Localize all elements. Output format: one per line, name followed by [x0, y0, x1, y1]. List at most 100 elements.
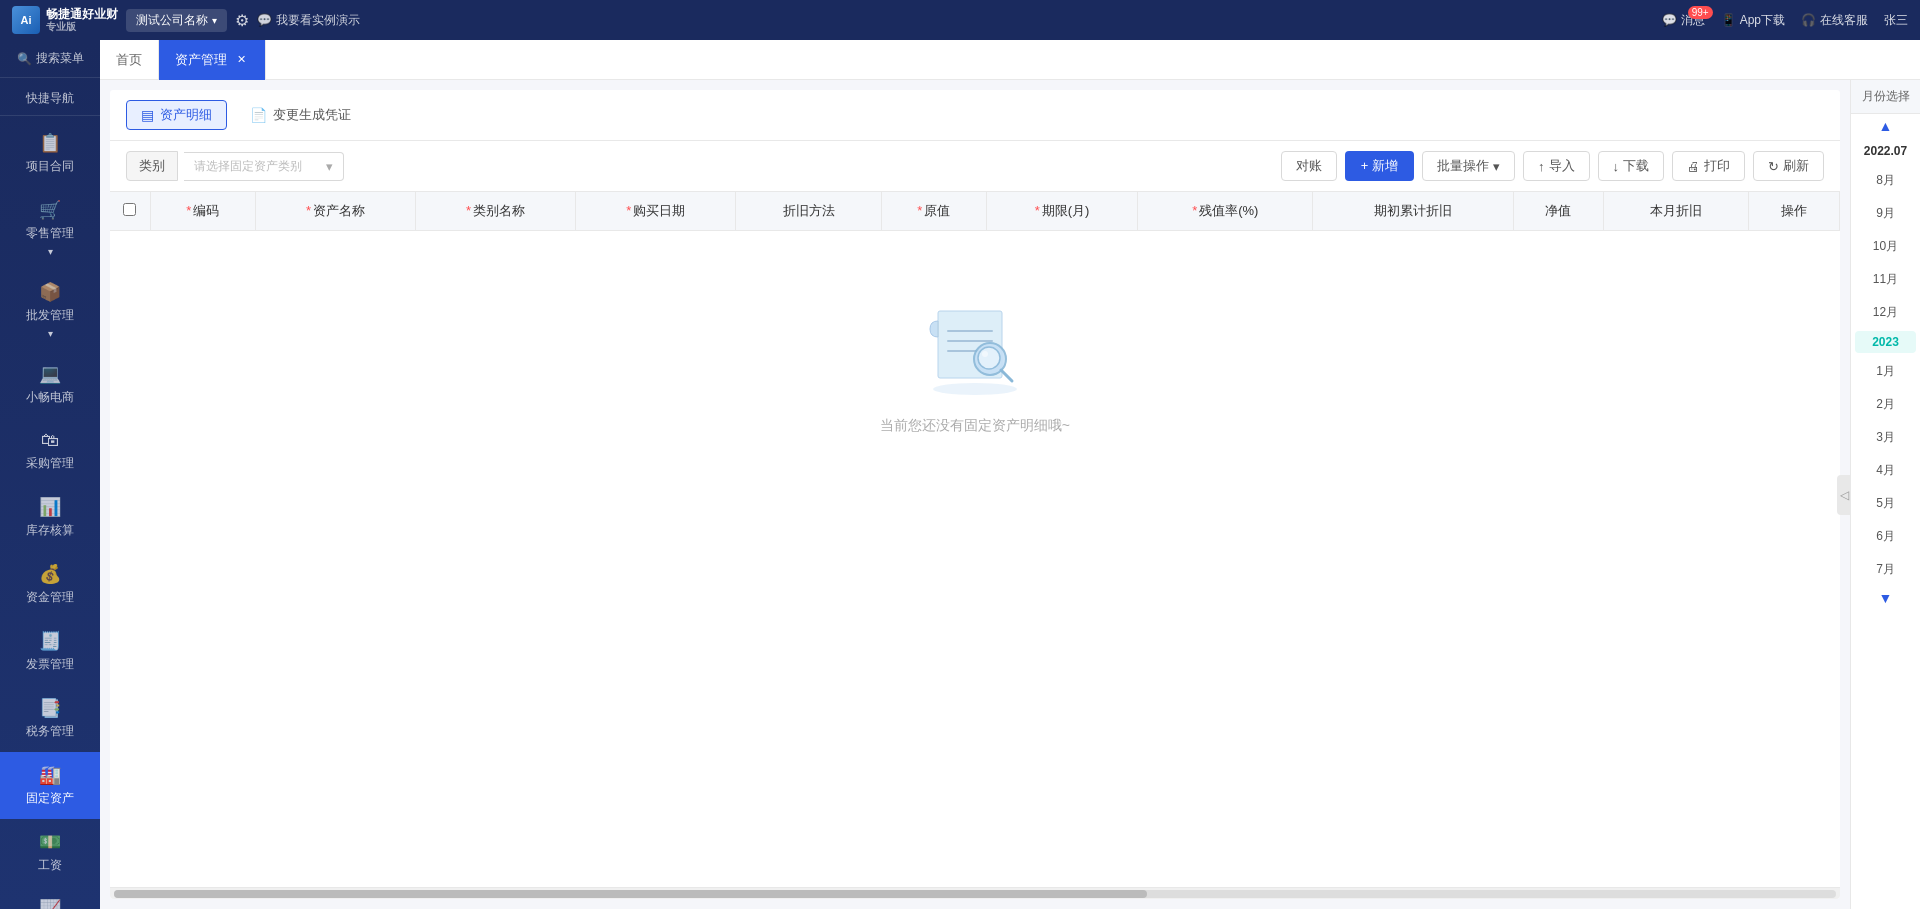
import-button[interactable]: ↑ 导入	[1523, 151, 1590, 181]
scroll-track	[114, 890, 1836, 898]
invoice-icon: 🧾	[39, 630, 61, 652]
sub-tab-change-voucher[interactable]: 📄 变更生成凭证	[235, 100, 366, 130]
month-panel-collapse-icon[interactable]: ◁	[1837, 475, 1851, 515]
th-period-months: 期限(月)	[987, 192, 1138, 231]
month-nav-down-icon[interactable]: ▼	[1873, 588, 1899, 608]
th-monthly-depreciation: 本月折旧	[1604, 192, 1749, 231]
add-button[interactable]: + 新增	[1345, 151, 1414, 181]
select-all-checkbox[interactable]	[123, 203, 136, 216]
company-name: 测试公司名称	[136, 12, 208, 29]
month-panel: ◁ 月份选择 ▲ 2022.07 8月 9月 10月 11月 12月 2023 …	[1850, 80, 1920, 909]
content-area: 首页 资产管理 ✕ ▤ 资产明细 📄 变更生成凭证	[100, 40, 1920, 909]
sidebar: 🔍 搜索菜单 快捷导航 📋 项目合同 🛒 零售管理 ▾ 📦 批发管理 ▾ 💻 小…	[0, 40, 100, 909]
project-icon: 📋	[39, 132, 61, 154]
tab-home[interactable]: 首页	[100, 40, 159, 80]
sidebar-item-inventory[interactable]: 📊 库存核算	[0, 484, 100, 551]
month-10[interactable]: 10月	[1855, 231, 1916, 262]
operations-icon: 📈	[39, 898, 61, 909]
download-icon: ↓	[1613, 159, 1620, 174]
reconcile-button[interactable]: 对账	[1281, 151, 1337, 181]
download-button[interactable]: ↓ 下载	[1598, 151, 1665, 181]
month-8[interactable]: 8月	[1855, 165, 1916, 196]
sidebar-item-tax[interactable]: 📑 税务管理	[0, 685, 100, 752]
th-residual-rate: 残值率(%)	[1138, 192, 1313, 231]
month-nav-up-icon[interactable]: ▲	[1873, 116, 1899, 136]
purchase-icon: 🛍	[41, 430, 59, 451]
month-9[interactable]: 9月	[1855, 198, 1916, 229]
th-net-value: 净值	[1513, 192, 1604, 231]
retail-icon: 🛒	[39, 199, 61, 221]
category-input[interactable]: 请选择固定资产类别 ▾	[184, 152, 344, 181]
company-selector[interactable]: 测试公司名称 ▾	[126, 9, 227, 32]
month-12[interactable]: 12月	[1855, 297, 1916, 328]
th-operation: 操作	[1749, 192, 1840, 231]
sidebar-item-search-menu[interactable]: 🔍 搜索菜单	[0, 40, 100, 78]
month-5[interactable]: 5月	[1855, 488, 1916, 519]
edition-label: 专业版	[46, 21, 118, 33]
phone-icon: 📱	[1721, 13, 1736, 27]
brand-icon: Ai	[12, 6, 40, 34]
sidebar-item-payroll[interactable]: 💵 工资	[0, 819, 100, 886]
refresh-button[interactable]: ↻ 刷新	[1753, 151, 1824, 181]
sidebar-item-wholesale[interactable]: 📦 批发管理 ▾	[0, 269, 100, 351]
sub-tab-asset-detail[interactable]: ▤ 资产明细	[126, 100, 227, 130]
sidebar-item-invoice[interactable]: 🧾 发票管理	[0, 618, 100, 685]
demo-icon: 💬	[257, 13, 272, 27]
th-purchase-date: 购买日期	[576, 192, 736, 231]
table-container: 编码 资产名称 类别名称 购买日期	[110, 192, 1840, 887]
month-11[interactable]: 11月	[1855, 264, 1916, 295]
tab-close-icon[interactable]: ✕	[233, 52, 249, 68]
month-year-2023: 2023	[1855, 331, 1916, 353]
app-download-button[interactable]: 📱 App下载	[1721, 12, 1785, 29]
sidebar-item-fixed-assets[interactable]: 🏭 固定资产	[0, 752, 100, 819]
horizontal-scrollbar[interactable]	[110, 887, 1840, 899]
month-7[interactable]: 7月	[1855, 554, 1916, 585]
sidebar-item-purchase[interactable]: 🛍 采购管理	[0, 418, 100, 484]
chevron-down-icon: ▾	[212, 15, 217, 26]
svg-line-6	[1001, 370, 1012, 381]
month-4[interactable]: 4月	[1855, 455, 1916, 486]
search-icon: 🔍	[17, 52, 32, 66]
top-bar-right: 💬 消息 99+ 📱 App下载 🎧 在线客服 张三	[1662, 12, 1908, 29]
sub-tabs: ▤ 资产明细 📄 变更生成凭证	[110, 90, 1840, 141]
online-service-button[interactable]: 🎧 在线客服	[1801, 12, 1868, 29]
batch-operation-button[interactable]: 批量操作 ▾	[1422, 151, 1515, 181]
ecommerce-icon: 💻	[39, 363, 61, 385]
month-panel-nav-up[interactable]: ▲	[1851, 114, 1920, 138]
demo-link[interactable]: 💬 我要看实例演示	[257, 12, 360, 29]
message-button[interactable]: 💬 消息 99+	[1662, 12, 1705, 29]
settings-icon[interactable]: ⚙	[235, 11, 249, 30]
sidebar-item-project[interactable]: 📋 项目合同	[0, 120, 100, 187]
scroll-thumb[interactable]	[114, 890, 1147, 898]
print-button[interactable]: 🖨 打印	[1672, 151, 1745, 181]
import-icon: ↑	[1538, 159, 1545, 174]
tab-asset-management[interactable]: 资产管理 ✕	[159, 40, 266, 80]
main-panel: ▤ 资产明细 📄 变更生成凭证 类别 请选择固定资产类别	[110, 90, 1840, 899]
svg-point-0	[933, 383, 1017, 395]
th-accumulated-depreciation: 期初累计折旧	[1313, 192, 1513, 231]
print-icon: 🖨	[1687, 159, 1700, 174]
top-bar-left: Ai 畅捷通好业财 专业版 测试公司名称 ▾ ⚙ 💬 我要看实例演示	[12, 6, 360, 34]
th-code: 编码	[150, 192, 255, 231]
month-6[interactable]: 6月	[1855, 521, 1916, 552]
user-name-label[interactable]: 张三	[1884, 12, 1908, 29]
month-1[interactable]: 1月	[1855, 356, 1916, 387]
dropdown-arrow-icon: ▾	[326, 159, 333, 174]
month-3[interactable]: 3月	[1855, 422, 1916, 453]
assets-table: 编码 资产名称 类别名称 购买日期	[110, 192, 1840, 495]
tax-icon: 📑	[39, 697, 61, 719]
sidebar-item-quick-nav[interactable]: 快捷导航	[0, 82, 100, 116]
sidebar-item-ecommerce[interactable]: 💻 小畅电商	[0, 351, 100, 418]
month-year-2022: 2022.07	[1851, 138, 1920, 164]
toolbar-right: 对账 + 新增 批量操作 ▾ ↑ 导入	[1281, 151, 1824, 181]
month-2[interactable]: 2月	[1855, 389, 1916, 420]
headset-icon: 🎧	[1801, 13, 1816, 27]
sidebar-item-operations[interactable]: 📈 经营管理	[0, 886, 100, 909]
sidebar-item-retail[interactable]: 🛒 零售管理 ▾	[0, 187, 100, 269]
brand-name: 畅捷通好业财	[46, 7, 118, 21]
svg-point-5	[978, 347, 1000, 369]
doc-icon: 📄	[250, 107, 267, 123]
month-panel-nav-down[interactable]: ▼	[1851, 586, 1920, 610]
sidebar-item-finance[interactable]: 💰 资金管理	[0, 551, 100, 618]
refresh-icon: ↻	[1768, 159, 1779, 174]
